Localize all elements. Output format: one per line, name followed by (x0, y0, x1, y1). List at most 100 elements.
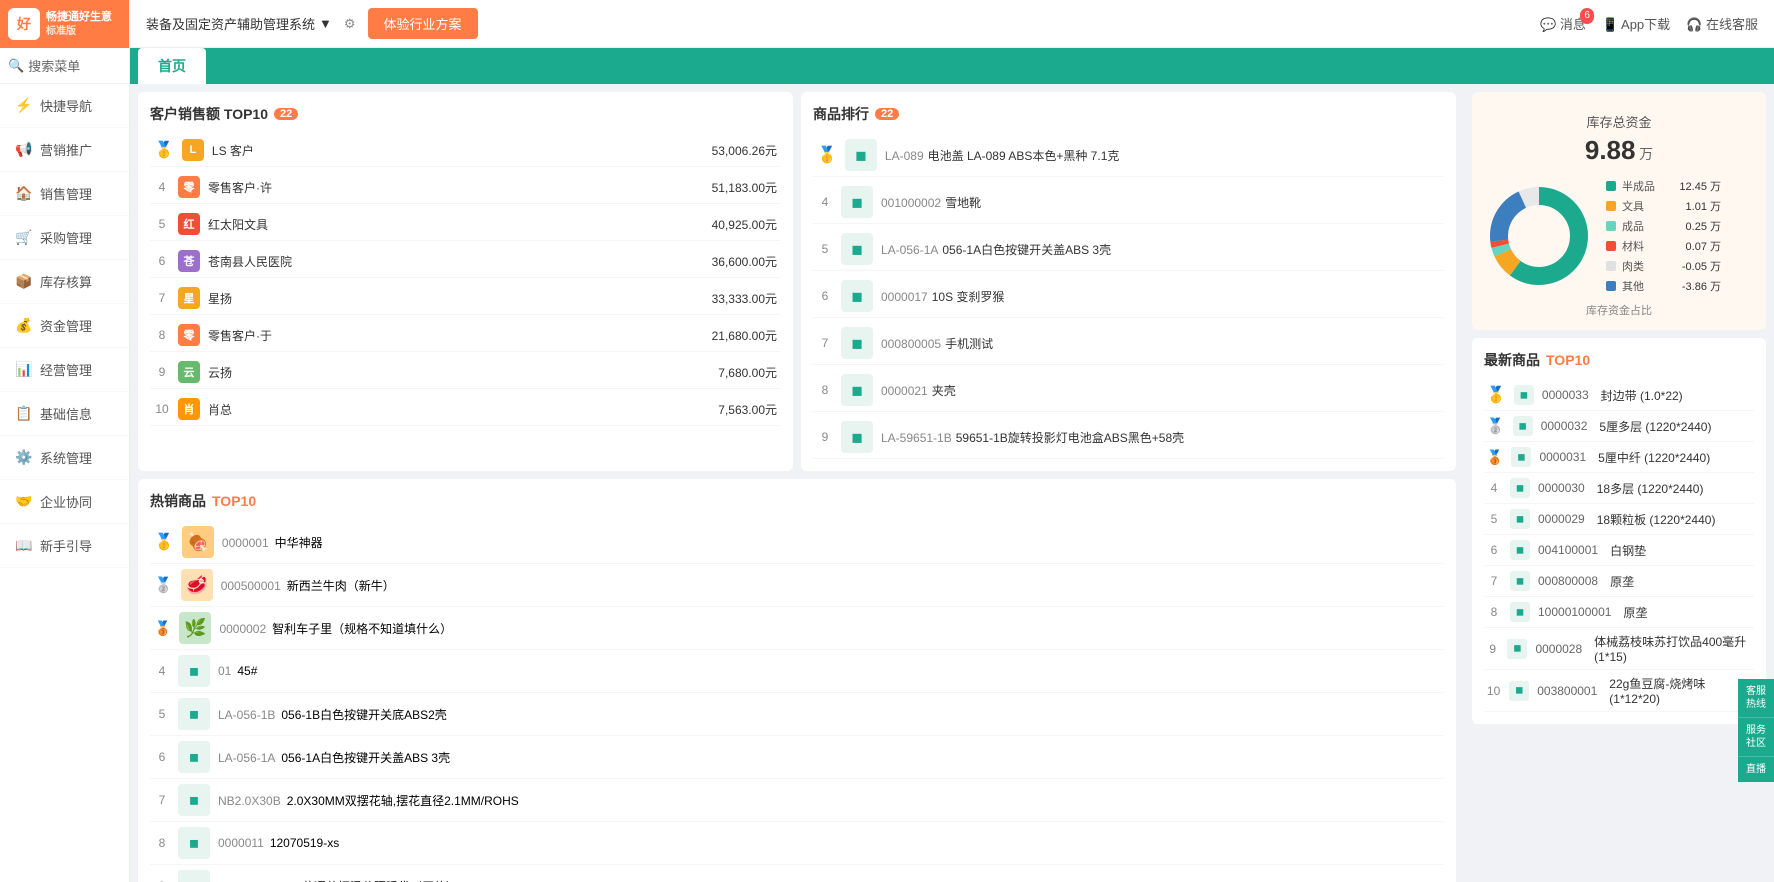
message-btn[interactable]: 💬 消息 6 (1540, 14, 1586, 33)
legend-dot (1606, 281, 1616, 291)
sidebar-item-basic-info[interactable]: 📋 基础信息 (0, 392, 129, 436)
hot-product-item: 🥉 🌿 0000002智利车子里（规格不知道填什么） (150, 607, 1444, 650)
product-placeholder: ◼ (178, 827, 210, 859)
hot-product-item: 6 ◼ LA-056-1A056-1A白色按键开关盖ABS 3壳 (150, 736, 1444, 779)
sidebar-item-quick-nav[interactable]: ⚡ 快捷导航 (0, 84, 129, 128)
inventory-subtitle: 库存资金占比 (1484, 302, 1754, 318)
customer-name: 红太阳文具 (208, 216, 704, 233)
megaphone-icon: 📢 (16, 142, 32, 158)
book-icon: 📖 (16, 538, 32, 554)
hotline-label: 热线 (1742, 698, 1770, 711)
customer-badge: 云 (178, 361, 200, 383)
product-placeholder: ◼ (841, 421, 873, 453)
medal-silver-icon: 🥈 (154, 576, 173, 594)
sidebar-item-system[interactable]: ⚙️ 系统管理 (0, 436, 129, 480)
customer-badge: L (182, 139, 204, 161)
handshake-icon: 🤝 (16, 494, 32, 510)
search-icon: 🔍 (8, 58, 24, 74)
product-placeholder: ◼ (841, 186, 873, 218)
medal-gold-icon: 🥇 (817, 145, 837, 165)
sidebar-item-purchase[interactable]: 🛒 采购管理 (0, 216, 129, 260)
donut-chart-container: 半成品 12.45 万 文具 1.01 万 成品 0.25 万 (1484, 174, 1754, 298)
product-rank-item: 8 ◼ 0000021夹壳 (813, 369, 1444, 412)
product-icon: ◼ (851, 241, 863, 258)
rank-num: 8 (1486, 605, 1502, 619)
donut-chart (1484, 181, 1594, 291)
sidebar-item-cooperation[interactable]: 🤝 企业协同 (0, 480, 129, 524)
newest-product-item: 10 ◼ 003800001 22g鱼豆腐-烧烤味 (1*12*20) (1484, 670, 1754, 712)
rank-num: 5 (154, 707, 170, 721)
experience-btn[interactable]: 体验行业方案 (368, 8, 478, 39)
float-direct-btn[interactable]: 直播 (1738, 757, 1774, 782)
medal-bronze-icon: 🥉 (1486, 449, 1503, 466)
sidebar-item-sales[interactable]: 🏠 销售管理 (0, 172, 129, 216)
rank-num: 7 (817, 336, 833, 350)
sidebar-logo: 好 畅捷通好生意 标准版 (0, 0, 129, 48)
rank-num: 7 (154, 793, 170, 807)
hot-product-item: 🥇 🍖 0000001中华神器 (150, 521, 1444, 564)
topbar-right: 💬 消息 6 📱 App下载 🎧 在线客服 (1540, 14, 1758, 33)
newest-products-title: 最新商品 TOP10 (1484, 350, 1754, 370)
customer-rank-item: 4 零 零售客户·许 51,183.00元 (150, 171, 781, 204)
settings-icon[interactable]: ⚙ (344, 16, 356, 32)
customer-value: 33,333.00元 (712, 290, 777, 307)
product-icon: ◼ (189, 664, 199, 678)
legend-item: 成品 0.25 万 (1606, 218, 1721, 234)
product-ranking-card: 商品排行 22 🥇 ◼ LA-089电池盖 LA-089 ABS本色+黑种 7.… (801, 92, 1456, 471)
product-rank-item: 5 ◼ LA-056-1A056-1A白色按键开关盖ABS 3壳 (813, 228, 1444, 271)
online-service-btn[interactable]: 🎧 在线客服 (1686, 14, 1758, 33)
sidebar-item-operations[interactable]: 📊 经营管理 (0, 348, 129, 392)
content: 客户销售额 TOP10 22 🥇 L LS 客户 53,006.26元 4 零 (130, 84, 1774, 882)
hot-product-item: 7 ◼ NB2.0X30B2.0X30MM双摆花轴,摆花直径2.1MM/ROHS (150, 779, 1444, 822)
legend-dot (1606, 181, 1616, 191)
hot-product-item: 5 ◼ LA-056-1B056-1B白色按键开关底ABS2壳 (150, 693, 1444, 736)
phone-icon: 📱 (1602, 17, 1618, 32)
newest-products-list: 🥇 ◼ 0000033 封边带 (1.0*22) 🥈 ◼ 0000032 (1484, 380, 1754, 712)
upper-columns: 客户销售额 TOP10 22 🥇 L LS 客户 53,006.26元 4 零 (138, 92, 1456, 471)
rank-num: 9 (817, 430, 833, 444)
rank-num: 4 (817, 195, 833, 209)
newest-placeholder: ◼ (1513, 416, 1533, 436)
rank-num: 10 (1486, 684, 1501, 698)
legend-item: 文具 1.01 万 (1606, 198, 1721, 214)
chevron-down-icon: ▼ (319, 16, 332, 31)
customer-name: 肖总 (208, 401, 710, 418)
rank-num: 5 (1486, 512, 1502, 526)
box-icon: 📦 (16, 274, 32, 290)
product-rank-item: 🥇 ◼ LA-089电池盖 LA-089 ABS本色+黑种 7.1克 (813, 134, 1444, 177)
float-service-btn[interactable]: 客服 热线 (1738, 679, 1774, 718)
legend-item: 其他 -3.86 万 (1606, 278, 1721, 294)
flash-icon: ⚡ (16, 98, 32, 114)
search-menu-item[interactable]: 🔍 搜索菜单 (0, 48, 129, 84)
product-image: 🥩 (181, 569, 213, 601)
tab-home[interactable]: 首页 (138, 48, 206, 84)
customer-name: LS 客户 (212, 142, 704, 159)
product-icon: ◼ (189, 793, 199, 807)
sidebar-item-inventory[interactable]: 📦 库存核算 (0, 260, 129, 304)
sidebar-item-guide[interactable]: 📖 新手引导 (0, 524, 129, 568)
sidebar-item-marketing[interactable]: 📢 营销推广 (0, 128, 129, 172)
newest-product-item: 🥈 ◼ 0000032 5厘多层 (1220*2440) (1484, 411, 1754, 442)
customer-rank-list: 🥇 L LS 客户 53,006.26元 4 零 零售客户·许 51,183.0… (150, 134, 781, 426)
nav-tabs: 首页 (130, 48, 1774, 84)
customer-value: 21,680.00元 (712, 327, 777, 344)
rank-num: 4 (154, 664, 170, 678)
service-label: 客服 (1742, 685, 1770, 698)
customer-rank-item: 10 肖 肖总 7,563.00元 (150, 393, 781, 426)
product-icon: ◼ (851, 382, 863, 399)
customer-name: 苍南县人民医院 (208, 253, 704, 270)
system-title-dropdown[interactable]: 装备及固定资产辅助管理系统 ▼ (146, 14, 332, 33)
rank-num: 6 (154, 750, 170, 764)
product-placeholder: ◼ (841, 374, 873, 406)
rank-num: 9 (154, 365, 170, 379)
customer-name: 零售客户·许 (208, 179, 704, 196)
hot-product-item: 🥈 🥩 000500001新西兰牛肉（新牛） (150, 564, 1444, 607)
newest-placeholder: ◼ (1510, 540, 1530, 560)
newest-product-item: 7 ◼ 000800008 原垄 (1484, 566, 1754, 597)
logo-icon: 好 (8, 8, 40, 40)
cart-icon: 🛒 (16, 230, 32, 246)
app-download-btn[interactable]: 📱 App下载 (1602, 14, 1670, 33)
direct-label: 直播 (1742, 763, 1770, 776)
float-community-btn[interactable]: 服务 社区 (1738, 718, 1774, 757)
sidebar-item-finance[interactable]: 💰 资金管理 (0, 304, 129, 348)
